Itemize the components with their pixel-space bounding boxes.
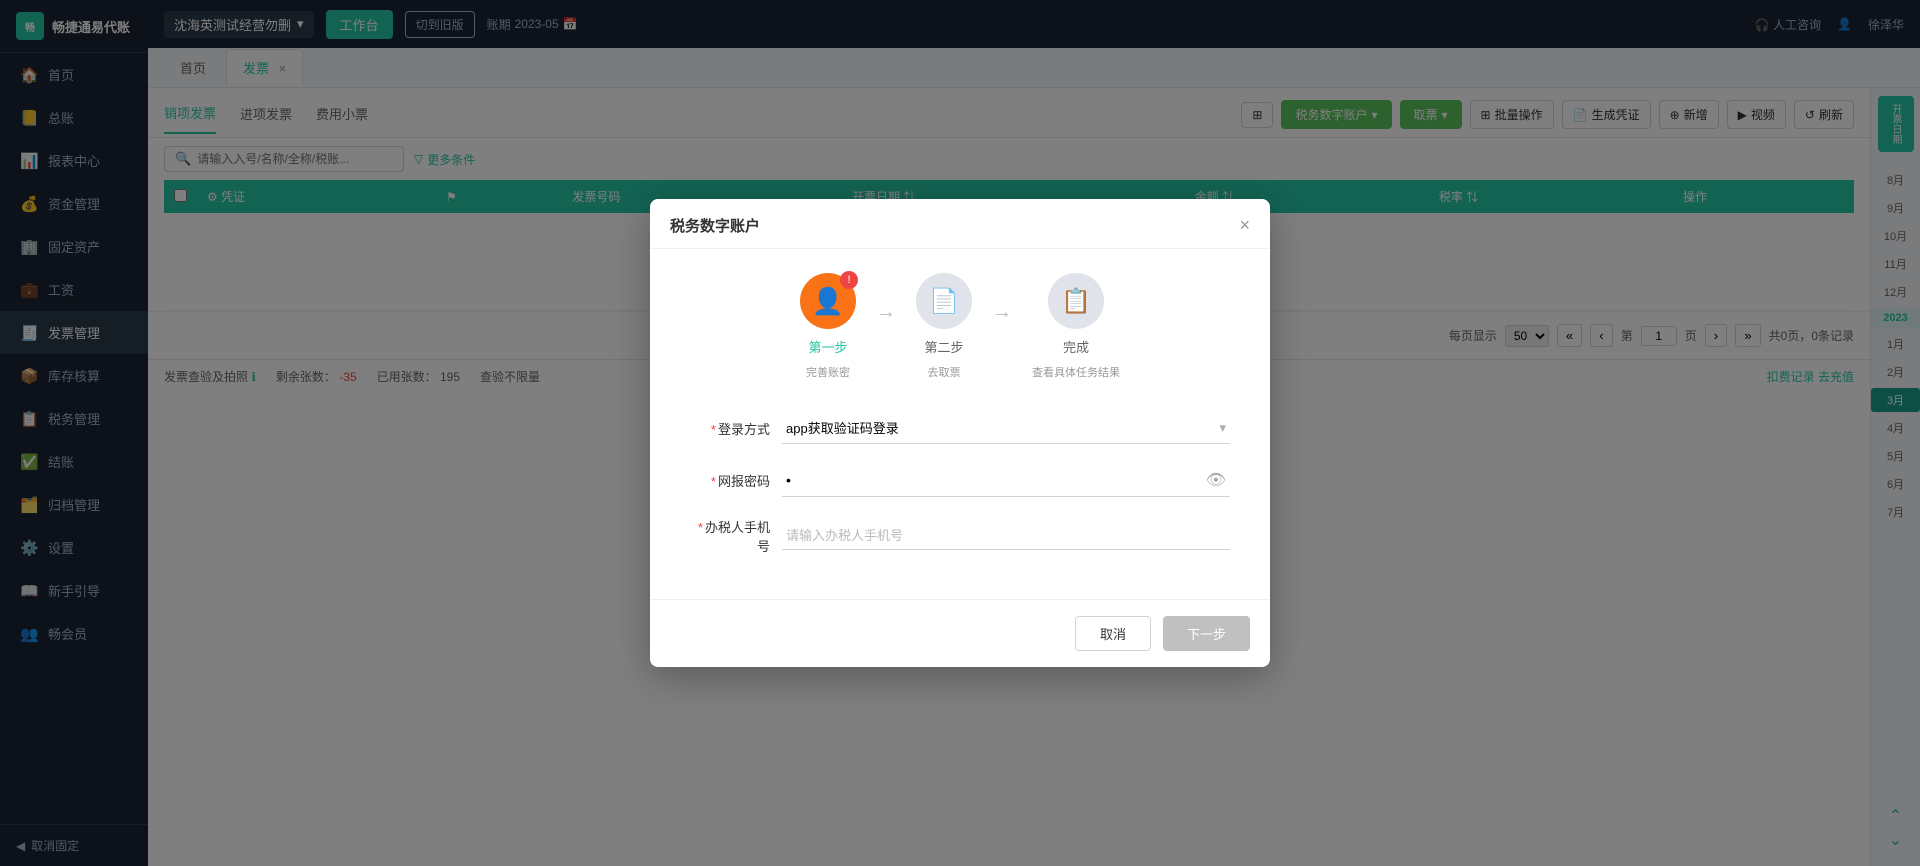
step-1-icon: 👤 — [812, 286, 844, 317]
step-1: 👤 ! 第一步 完善账密 — [800, 273, 856, 380]
step-arrow-1: → — [876, 301, 896, 352]
eye-icon[interactable]: 👁 — [1206, 470, 1226, 490]
tax-digital-dialog: 税务数字账户 × 👤 ! 第一步 完善账密 → — [650, 199, 1270, 667]
step-3-icon-wrap: 📋 — [1048, 273, 1104, 329]
cancel-button[interactable]: 取消 — [1075, 616, 1151, 651]
next-step-button[interactable]: 下一步 — [1163, 616, 1250, 651]
step-2-icon-wrap: 📄 — [916, 273, 972, 329]
steps-indicator: 👤 ! 第一步 完善账密 → 📄 第二步 去取票 — [690, 273, 1230, 380]
step-2-icon: 📄 — [929, 287, 959, 316]
step-1-badge: ! — [840, 271, 858, 289]
password-input[interactable] — [786, 472, 1206, 488]
step-3: 📋 完成 查看具体任务结果 — [1032, 273, 1120, 380]
dialog-header: 税务数字账户 × — [650, 199, 1270, 249]
dialog-body: 👤 ! 第一步 完善账密 → 📄 第二步 去取票 — [650, 249, 1270, 599]
password-label: 网报密码 — [690, 471, 770, 490]
step-1-icon-wrap: 👤 ! — [800, 273, 856, 329]
step-3-icon: 📋 — [1061, 287, 1091, 316]
login-method-label: 登录方式 — [690, 419, 770, 438]
login-method-value: app获取验证码登录 — [786, 418, 899, 437]
phone-input[interactable] — [782, 522, 1230, 550]
password-field-wrap: 👁 — [782, 464, 1230, 497]
dialog-footer: 取消 下一步 — [650, 599, 1270, 667]
step-2-label: 第二步 — [924, 337, 963, 356]
dialog-title: 税务数字账户 — [670, 215, 760, 236]
step-1-label: 第一步 — [808, 337, 847, 356]
step-3-sublabel: 查看具体任务结果 — [1032, 364, 1120, 380]
step-arrow-2: → — [992, 301, 1012, 352]
step-3-label: 完成 — [1063, 337, 1089, 356]
form-row-phone: 办税人手机号 — [690, 517, 1230, 555]
modal-overlay: 税务数字账户 × 👤 ! 第一步 完善账密 → — [0, 0, 1920, 866]
step-2: 📄 第二步 去取票 — [916, 273, 972, 380]
form-row-password: 网报密码 👁 — [690, 464, 1230, 497]
login-method-select[interactable]: app获取验证码登录 ▾ — [782, 412, 1230, 444]
step-2-sublabel: 去取票 — [928, 364, 961, 380]
form-row-login-method: 登录方式 app获取验证码登录 ▾ — [690, 412, 1230, 444]
step-1-sublabel: 完善账密 — [806, 364, 850, 380]
dialog-close-button[interactable]: × — [1239, 215, 1250, 236]
chevron-down-icon: ▾ — [1219, 420, 1226, 436]
phone-label: 办税人手机号 — [690, 517, 770, 555]
